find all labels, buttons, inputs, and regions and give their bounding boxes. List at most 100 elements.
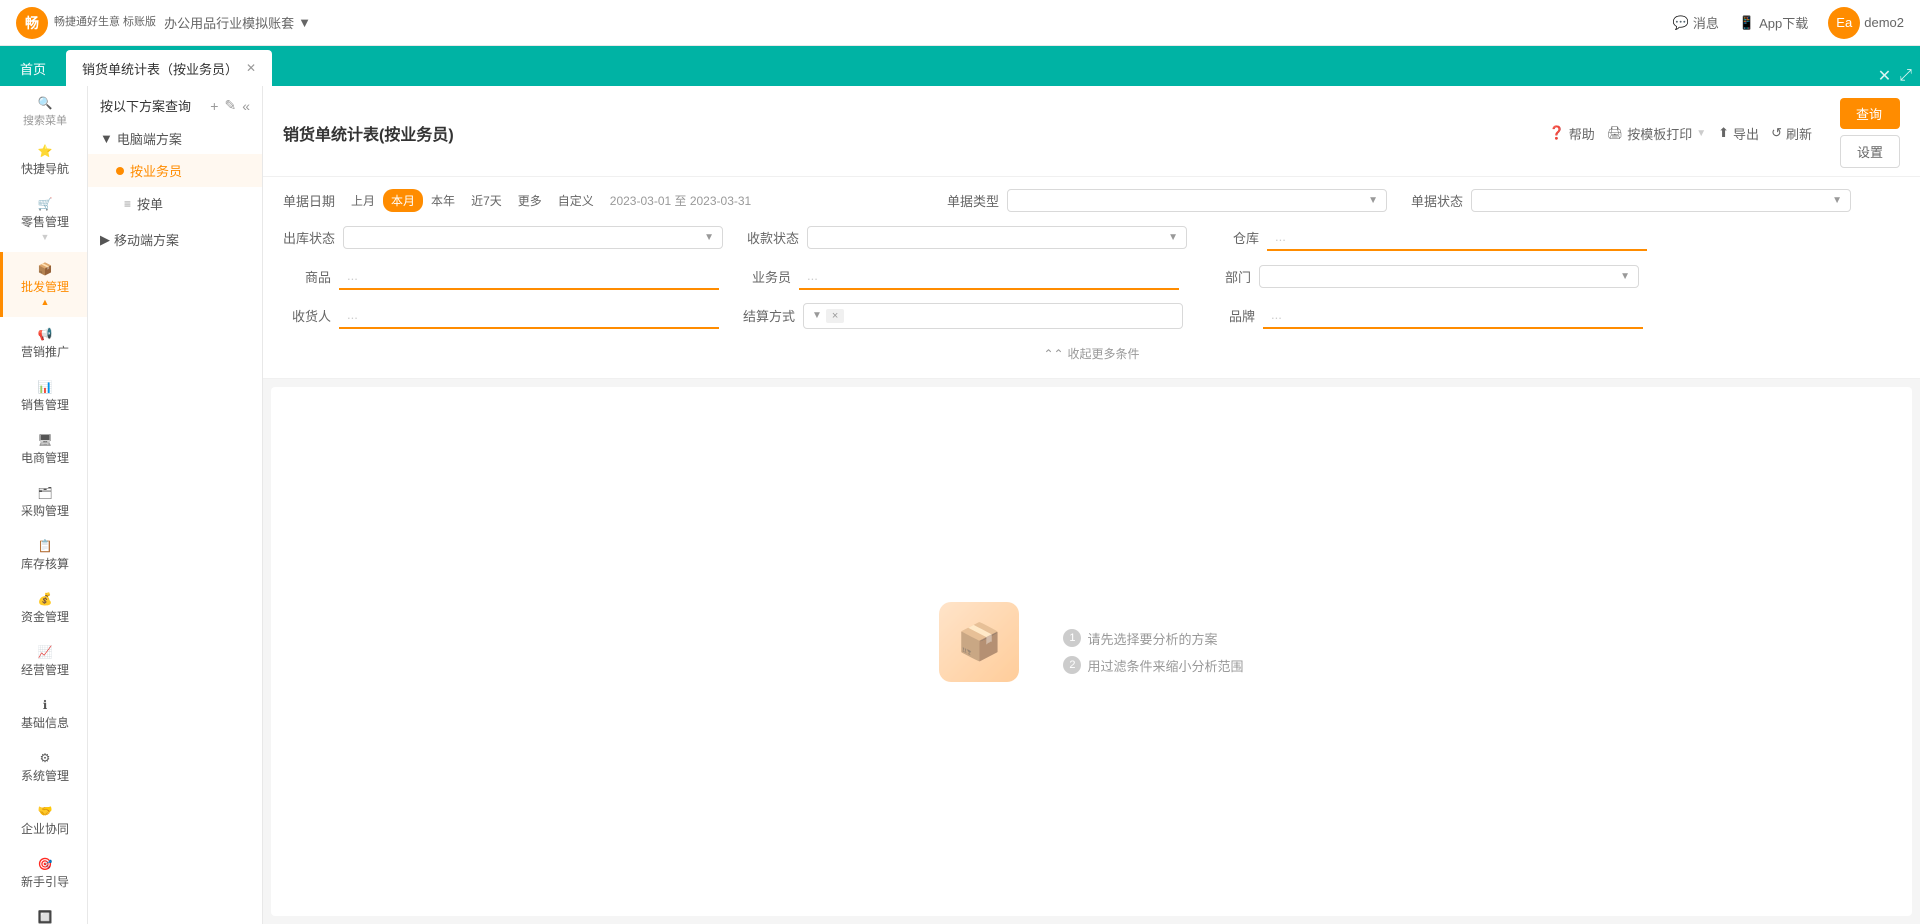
- settlement-tag-control[interactable]: ▼ ×: [803, 303, 1183, 329]
- doc-type-control[interactable]: ▼: [1007, 189, 1387, 212]
- payment-status-control[interactable]: ▼: [807, 226, 1187, 249]
- doc-status-control[interactable]: ▼: [1471, 189, 1851, 212]
- settlement-control[interactable]: ▼ ×: [803, 303, 1183, 329]
- tab-home[interactable]: 首页: [4, 50, 62, 86]
- sidebar-item-newguide[interactable]: 🎯 新手引导: [0, 847, 87, 900]
- finance-label: 资金管理: [21, 608, 69, 625]
- sidebar-item-ecommerce[interactable]: 🖥 电商管理: [0, 423, 87, 476]
- date-tabs: 上月 本月 本年 近7天 更多 自定义: [343, 189, 602, 212]
- out-status-arrow: ▼: [704, 232, 714, 243]
- sidebar-item-appcenter[interactable]: 🔲 应用中心: [0, 900, 87, 924]
- brand-input[interactable]: ...: [1263, 302, 1643, 329]
- date-tab-this-year[interactable]: 本年: [423, 189, 463, 212]
- sidebar-item-marketing[interactable]: 📢 营销推广: [0, 317, 87, 370]
- consignee-dots: ...: [347, 307, 358, 322]
- scheme-add-btn[interactable]: +: [210, 98, 218, 114]
- out-status-select[interactable]: ▼: [343, 226, 723, 249]
- query-btn[interactable]: 查询: [1840, 98, 1900, 129]
- sidebar-item-system[interactable]: ⚙ 系统管理: [0, 741, 87, 794]
- settlement-tag-close[interactable]: ×: [832, 310, 838, 322]
- sidebar-item-operations[interactable]: 📈 经营管理: [0, 635, 87, 688]
- top-header: 畅 畅捷通好生意 标账版 办公用品行业模拟账套 ▼ 💬 消息 📱 App下载 E…: [0, 0, 1920, 46]
- settings-btn[interactable]: 设置: [1840, 135, 1900, 168]
- logo-text: 畅捷通好生意 标账版: [54, 15, 156, 29]
- marketing-icon: 📢: [38, 327, 53, 341]
- finance-icon: 💰: [38, 592, 53, 606]
- sidebar-quick-nav[interactable]: ⭐ 快捷导航: [0, 134, 87, 187]
- out-status-control[interactable]: ▼: [343, 226, 723, 249]
- product-dots: ...: [347, 268, 358, 283]
- salesperson-input[interactable]: ...: [799, 263, 1179, 290]
- brand-control[interactable]: ...: [1263, 302, 1643, 329]
- sidebar-item-basic[interactable]: ℹ 基础信息: [0, 688, 87, 741]
- payment-status-select[interactable]: ▼: [807, 226, 1187, 249]
- right-content: 销货单统计表(按业务员) ❓ 帮助 🖨 按模板打印 ▼ ⬆ 导出: [263, 86, 1920, 924]
- refresh-btn[interactable]: ↺ 刷新: [1771, 124, 1812, 143]
- sidebar-item-finance[interactable]: 💰 资金管理: [0, 582, 87, 635]
- department-label: 部门: [1203, 267, 1259, 286]
- message-btn[interactable]: 💬 消息: [1673, 13, 1719, 32]
- print-btn[interactable]: 🖨 按模板打印 ▼: [1607, 124, 1706, 143]
- breadcrumb[interactable]: 办公用品行业模拟账套 ▼: [164, 13, 311, 32]
- brand-label: 品牌: [1207, 306, 1263, 325]
- doc-type-label: 单据类型: [947, 191, 1007, 210]
- help-btn[interactable]: ❓ 帮助: [1549, 124, 1595, 143]
- consignee-input[interactable]: ...: [339, 302, 719, 329]
- warehouse-input[interactable]: ...: [1267, 224, 1647, 251]
- scheme-group-mobile-header[interactable]: ▶ 移动端方案: [88, 224, 262, 255]
- date-tab-more[interactable]: 更多: [510, 189, 550, 212]
- scheme-item-order[interactable]: ≡ 按单: [88, 187, 262, 220]
- tab-close-all-icon[interactable]: ✕: [1878, 66, 1891, 86]
- scheme-edit-btn[interactable]: ✎: [224, 97, 236, 114]
- refresh-icon: ↺: [1771, 125, 1782, 141]
- sidebar-item-enterprise[interactable]: 🤝 企业协同: [0, 794, 87, 847]
- tab-close-icon[interactable]: ✕: [246, 61, 256, 75]
- consignee-control[interactable]: ...: [339, 302, 719, 329]
- empty-icon-box: 📦: [939, 602, 1019, 682]
- product-input[interactable]: ...: [339, 263, 719, 290]
- date-tab-7days[interactable]: 近7天: [463, 189, 510, 212]
- help-label: 帮助: [1569, 124, 1595, 143]
- sidebar-item-sales[interactable]: 📊 销售管理: [0, 370, 87, 423]
- scheme-item-salesperson[interactable]: 按业务员: [88, 154, 262, 187]
- payment-status-arrow: ▼: [1168, 232, 1178, 243]
- empty-hint-1: 1 请先选择要分析的方案: [1063, 629, 1243, 648]
- main-layout: 🔍 搜索菜单 ⭐ 快捷导航 🛒 零售管理 ▼ 📦 批发管理 ▲ 📢 营销推广 📊…: [0, 86, 1920, 924]
- salesperson-control[interactable]: ...: [799, 263, 1179, 290]
- export-btn[interactable]: ⬆ 导出: [1718, 124, 1759, 143]
- breadcrumb-text: 办公用品行业模拟账套: [164, 13, 294, 32]
- sidebar-item-inventory[interactable]: 📋 库存核算: [0, 529, 87, 582]
- sidebar-item-purchase[interactable]: 🗂 采购管理: [0, 476, 87, 529]
- warehouse-control[interactable]: ...: [1267, 224, 1647, 251]
- sidebar-item-retail[interactable]: 🛒 零售管理 ▼: [0, 187, 87, 252]
- collapse-arrow-icon: ⌃⌃: [1043, 347, 1063, 361]
- sidebar-item-wholesale[interactable]: 📦 批发管理 ▲: [0, 252, 87, 317]
- empty-text: 1 请先选择要分析的方案 2 用过滤条件来缩小分析范围: [1063, 629, 1243, 675]
- sidebar-search[interactable]: 🔍 搜索菜单: [0, 86, 87, 134]
- department-control[interactable]: ▼: [1259, 265, 1639, 288]
- doc-status-arrow: ▼: [1832, 195, 1842, 206]
- scheme-group-pc-header[interactable]: ▼ 电脑端方案: [88, 123, 262, 154]
- user-area[interactable]: Ea demo2: [1828, 7, 1904, 39]
- date-tab-last-month[interactable]: 上月: [343, 189, 383, 212]
- doc-type-select[interactable]: ▼: [1007, 189, 1387, 212]
- date-tab-this-month[interactable]: 本月: [383, 189, 423, 212]
- newguide-label: 新手引导: [21, 873, 69, 890]
- product-control[interactable]: ...: [339, 263, 719, 290]
- collapse-btn[interactable]: ⌃⌃ 收起更多条件: [283, 341, 1900, 366]
- basic-icon: ℹ: [43, 698, 48, 712]
- tab-sales-stat[interactable]: 销货单统计表（按业务员） ✕: [66, 50, 272, 86]
- retail-arrow: ▼: [41, 232, 50, 242]
- doc-status-select[interactable]: ▼: [1471, 189, 1851, 212]
- retail-icon: 🛒: [38, 197, 53, 211]
- purchase-label: 采购管理: [21, 502, 69, 519]
- quicknav-icon: ⭐: [38, 144, 53, 158]
- department-select[interactable]: ▼: [1259, 265, 1639, 288]
- filter-row-3: 商品 ... 业务员 ... 部门: [283, 263, 1900, 290]
- scheme-panel-actions: + ✎ «: [210, 97, 250, 114]
- app-download-btn[interactable]: 📱 App下载: [1739, 13, 1808, 32]
- scheme-collapse-btn[interactable]: «: [242, 98, 250, 114]
- tab-expand-icon[interactable]: ⤢: [1899, 67, 1912, 85]
- filter-row-2: 出库状态 ▼ 收款状态 ▼ 仓库: [283, 224, 1900, 251]
- date-tab-custom[interactable]: 自定义: [550, 189, 602, 212]
